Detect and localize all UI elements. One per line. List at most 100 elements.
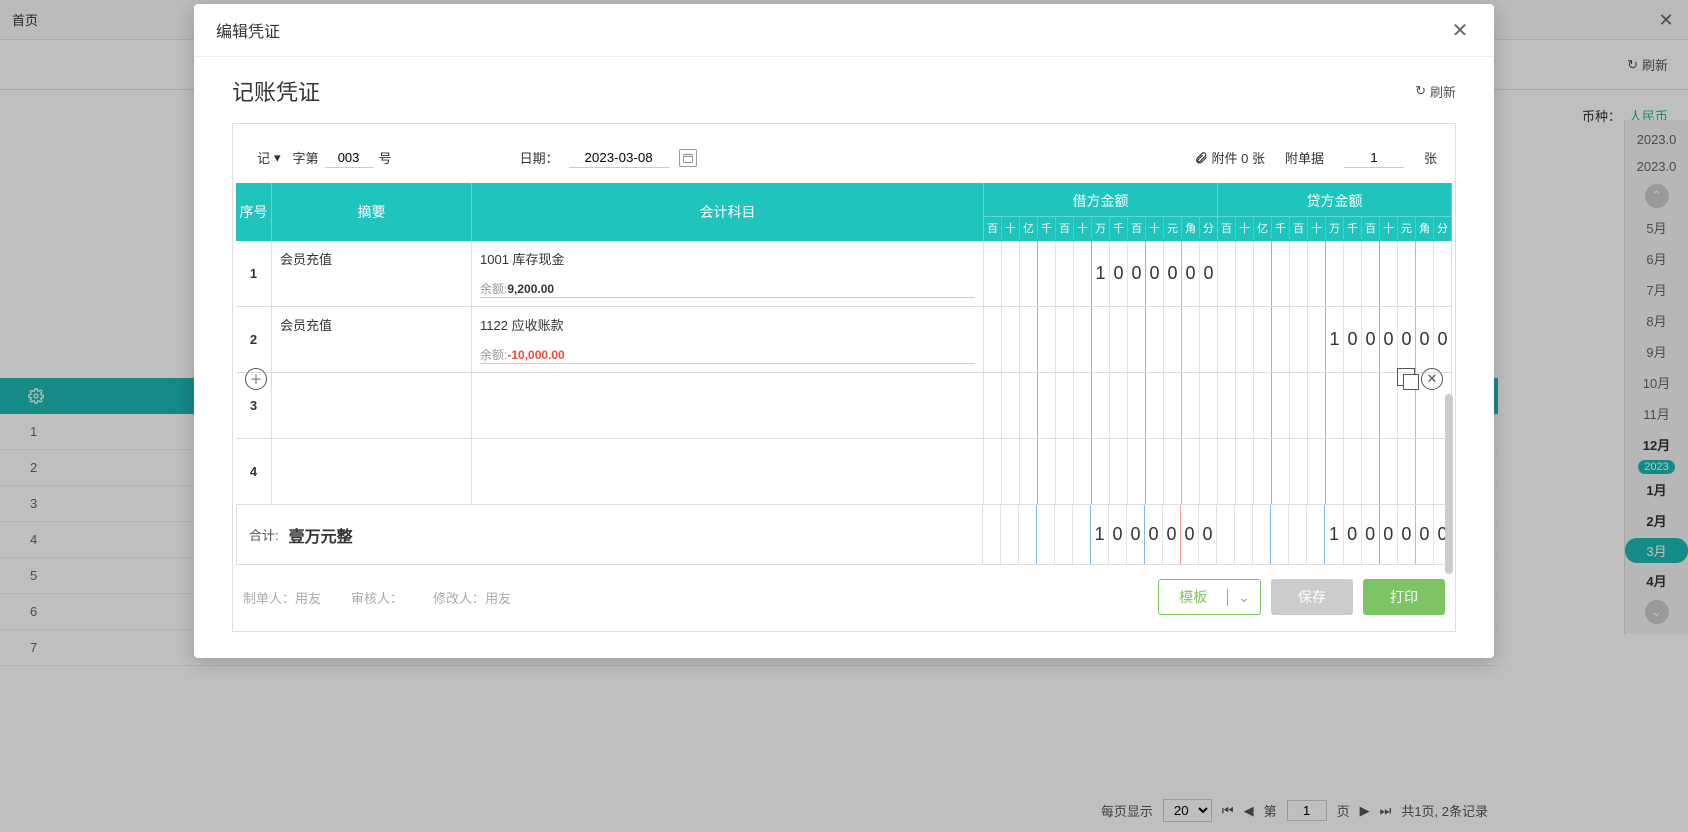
- digit-cell[interactable]: 0: [1109, 505, 1127, 564]
- digit-cell[interactable]: [984, 439, 1002, 504]
- digit-cell[interactable]: [1218, 439, 1236, 504]
- digit-cell[interactable]: 0: [1380, 307, 1398, 372]
- row-summary[interactable]: [272, 373, 472, 438]
- digit-cell[interactable]: [1217, 505, 1235, 564]
- refresh-button[interactable]: ↻ 刷新: [1415, 82, 1456, 101]
- digit-cell[interactable]: [1200, 439, 1217, 504]
- copy-row-icon[interactable]: [1397, 368, 1415, 390]
- row-account[interactable]: 1122 应收账款余额:-10,000.00: [472, 307, 984, 372]
- digit-cell[interactable]: [1254, 439, 1272, 504]
- digit-cell[interactable]: 0: [1362, 505, 1380, 564]
- chevron-down-icon[interactable]: ⌄: [1227, 589, 1260, 606]
- template-button[interactable]: 模板 ⌄: [1158, 579, 1261, 615]
- digit-cell[interactable]: 1: [1325, 505, 1343, 564]
- attach-sheet-input[interactable]: [1344, 148, 1404, 168]
- digit-cell[interactable]: [1344, 373, 1362, 438]
- digit-cell[interactable]: 0: [1181, 505, 1199, 564]
- digit-cell[interactable]: [1074, 439, 1092, 504]
- digit-cell[interactable]: [1254, 241, 1272, 306]
- digit-cell[interactable]: [1056, 307, 1074, 372]
- digit-cell[interactable]: [1236, 439, 1254, 504]
- digit-cell[interactable]: [1307, 505, 1325, 564]
- digit-cell[interactable]: [1020, 241, 1038, 306]
- digit-cell[interactable]: [1020, 373, 1038, 438]
- save-button[interactable]: 保存: [1271, 579, 1353, 615]
- digit-cell[interactable]: [1380, 439, 1398, 504]
- digit-cell[interactable]: [1128, 373, 1146, 438]
- digit-cell[interactable]: [1434, 241, 1451, 306]
- digit-cell[interactable]: [1037, 505, 1055, 564]
- digit-cell[interactable]: [1254, 373, 1272, 438]
- delete-row-icon[interactable]: ✕: [1421, 368, 1443, 390]
- digit-cell[interactable]: 0: [1398, 505, 1416, 564]
- digit-cell[interactable]: [1164, 373, 1182, 438]
- digit-cell[interactable]: [1290, 373, 1308, 438]
- digit-cell[interactable]: [1290, 241, 1308, 306]
- digit-cell[interactable]: [1272, 373, 1290, 438]
- digit-cell[interactable]: [1074, 241, 1092, 306]
- digit-cell[interactable]: [1236, 307, 1254, 372]
- digit-cell[interactable]: [1164, 307, 1182, 372]
- row-debit[interactable]: [984, 439, 1218, 504]
- digit-cell[interactable]: 0: [1128, 241, 1146, 306]
- row-account[interactable]: [472, 373, 984, 438]
- digit-cell[interactable]: [1236, 241, 1254, 306]
- digit-cell[interactable]: [1308, 439, 1326, 504]
- digit-cell[interactable]: [1055, 505, 1073, 564]
- digit-cell[interactable]: 1: [1326, 307, 1344, 372]
- digit-cell[interactable]: [1038, 439, 1056, 504]
- digit-cell[interactable]: [1002, 373, 1020, 438]
- digit-cell[interactable]: [1074, 307, 1092, 372]
- digit-cell[interactable]: [1218, 307, 1236, 372]
- digit-cell[interactable]: 0: [1416, 307, 1434, 372]
- digit-cell[interactable]: [983, 505, 1001, 564]
- digit-cell[interactable]: 0: [1434, 307, 1451, 372]
- digit-cell[interactable]: [1380, 373, 1398, 438]
- calendar-icon[interactable]: [679, 149, 697, 167]
- digit-cell[interactable]: [984, 307, 1002, 372]
- digit-cell[interactable]: [1074, 373, 1092, 438]
- digit-cell[interactable]: [1128, 439, 1146, 504]
- digit-cell[interactable]: 0: [1362, 307, 1380, 372]
- digit-cell[interactable]: 0: [1164, 241, 1182, 306]
- digit-cell[interactable]: [1002, 439, 1020, 504]
- digit-cell[interactable]: [1271, 505, 1289, 564]
- voucher-type-select[interactable]: 记 ▾: [251, 146, 287, 169]
- digit-cell[interactable]: [1092, 373, 1110, 438]
- digit-cell[interactable]: [1272, 439, 1290, 504]
- row-account[interactable]: 1001 库存现金余额:9,200.00: [472, 241, 984, 306]
- digit-cell[interactable]: [1164, 439, 1182, 504]
- row-summary[interactable]: 会员充值: [272, 241, 472, 306]
- digit-cell[interactable]: [1038, 241, 1056, 306]
- attachment-link[interactable]: 附件 0 张: [1194, 148, 1265, 167]
- digit-cell[interactable]: [1001, 505, 1019, 564]
- close-icon[interactable]: ✕: [1448, 18, 1472, 42]
- digit-cell[interactable]: [1344, 241, 1362, 306]
- digit-cell[interactable]: [1200, 373, 1217, 438]
- digit-cell[interactable]: [1289, 505, 1307, 564]
- digit-cell[interactable]: [1128, 307, 1146, 372]
- row-summary[interactable]: [272, 439, 472, 504]
- digit-cell[interactable]: 0: [1344, 307, 1362, 372]
- digit-cell[interactable]: [1290, 307, 1308, 372]
- digit-cell[interactable]: [1308, 373, 1326, 438]
- digit-cell[interactable]: [1235, 505, 1253, 564]
- digit-cell[interactable]: [1002, 307, 1020, 372]
- digit-cell[interactable]: [1110, 373, 1128, 438]
- digit-cell[interactable]: [1254, 307, 1272, 372]
- digit-cell[interactable]: [1056, 439, 1074, 504]
- digit-cell[interactable]: [1110, 307, 1128, 372]
- digit-cell[interactable]: 0: [1380, 505, 1398, 564]
- row-debit[interactable]: [984, 373, 1218, 438]
- digit-cell[interactable]: [1416, 439, 1434, 504]
- voucher-number-input[interactable]: [325, 148, 373, 168]
- digit-cell[interactable]: [1272, 307, 1290, 372]
- digit-cell[interactable]: [1272, 241, 1290, 306]
- digit-cell[interactable]: [1308, 241, 1326, 306]
- digit-cell[interactable]: [1416, 241, 1434, 306]
- digit-cell[interactable]: [1326, 373, 1344, 438]
- digit-cell[interactable]: [1110, 439, 1128, 504]
- digit-cell[interactable]: 0: [1145, 505, 1163, 564]
- digit-cell[interactable]: 0: [1182, 241, 1200, 306]
- digit-cell[interactable]: [1056, 373, 1074, 438]
